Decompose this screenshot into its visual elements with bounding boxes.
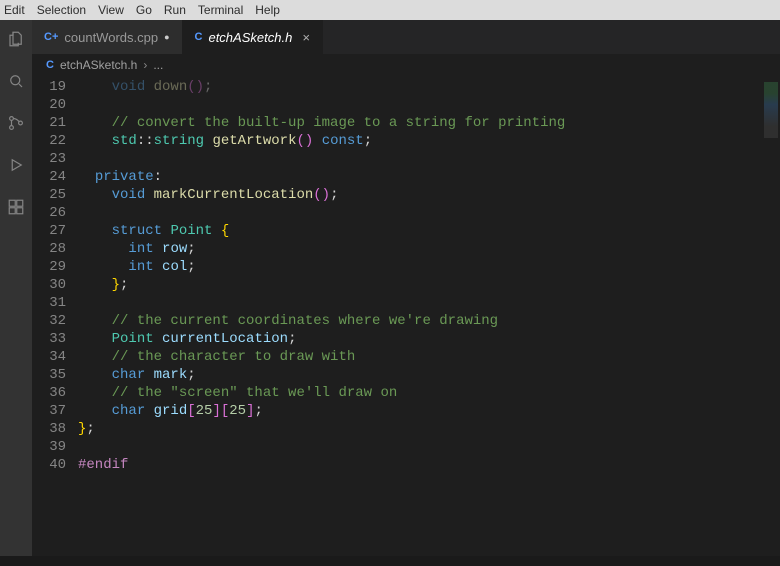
editor-area: C+ countWords.cpp ● CetchASketch.h × C etchA… xyxy=(32,20,780,556)
code-line[interactable]: void down(); xyxy=(78,78,760,96)
line-number: 20 xyxy=(32,96,66,114)
menubar: Edit Selection View Go Run Terminal Help xyxy=(0,0,780,20)
line-number: 19 xyxy=(32,78,66,96)
close-icon[interactable]: × xyxy=(302,30,310,45)
line-number: 32 xyxy=(32,312,66,330)
search-icon[interactable] xyxy=(5,70,27,92)
minimap[interactable] xyxy=(760,76,780,556)
menu-item-help[interactable]: Help xyxy=(255,3,280,17)
chevron-right-icon: › xyxy=(143,58,147,72)
breadcrumb-lang-badge: C xyxy=(46,59,54,71)
line-number: 27 xyxy=(32,222,66,240)
source-control-icon[interactable] xyxy=(5,112,27,134)
dirty-dot-icon: ● xyxy=(164,32,169,42)
line-number: 34 xyxy=(32,348,66,366)
lang-badge: C xyxy=(195,31,203,43)
tab-label: etchASketch.h xyxy=(208,30,292,45)
tab-countwords-cpp[interactable]: C+ countWords.cpp ● xyxy=(32,20,183,54)
line-number: 38 xyxy=(32,420,66,438)
editor[interactable]: 1920212223242526272829303132333435363738… xyxy=(32,76,780,556)
code-line[interactable]: int col; xyxy=(78,258,760,276)
code-line[interactable]: char grid[25][25]; xyxy=(78,402,760,420)
line-number: 24 xyxy=(32,168,66,186)
line-number: 21 xyxy=(32,114,66,132)
line-number: 30 xyxy=(32,276,66,294)
line-number: 39 xyxy=(32,438,66,456)
line-number: 26 xyxy=(32,204,66,222)
code-line[interactable]: }; xyxy=(78,420,760,438)
code-line[interactable]: // the "screen" that we'll draw on xyxy=(78,384,760,402)
menu-item-run[interactable]: Run xyxy=(164,3,186,17)
line-number: 28 xyxy=(32,240,66,258)
code-line[interactable]: std::string getArtwork() const; xyxy=(78,132,760,150)
code-line[interactable]: // the current coordinates where we're d… xyxy=(78,312,760,330)
menu-item-edit[interactable]: Edit xyxy=(4,3,25,17)
menu-item-terminal[interactable]: Terminal xyxy=(198,3,243,17)
lang-badge: C+ xyxy=(44,31,58,43)
line-number: 35 xyxy=(32,366,66,384)
code-line[interactable]: private: xyxy=(78,168,760,186)
tab-label: countWords.cpp xyxy=(64,30,158,45)
line-number: 31 xyxy=(32,294,66,312)
code-line[interactable]: char mark; xyxy=(78,366,760,384)
code-line[interactable]: Point currentLocation; xyxy=(78,330,760,348)
code-line[interactable]: // convert the built-up image to a strin… xyxy=(78,114,760,132)
line-gutter: 1920212223242526272829303132333435363738… xyxy=(32,76,78,556)
line-number: 33 xyxy=(32,330,66,348)
status-bar xyxy=(0,556,780,566)
code-line[interactable] xyxy=(78,438,760,456)
code-line[interactable]: // the character to draw with xyxy=(78,348,760,366)
menu-item-selection[interactable]: Selection xyxy=(37,3,86,17)
line-number: 37 xyxy=(32,402,66,420)
code-line[interactable]: int row; xyxy=(78,240,760,258)
files-icon[interactable] xyxy=(5,28,27,50)
activity-bar xyxy=(0,20,32,556)
code-line[interactable]: }; xyxy=(78,276,760,294)
line-number: 25 xyxy=(32,186,66,204)
extensions-icon[interactable] xyxy=(5,196,27,218)
breadcrumb[interactable]: C etchASketch.h › ... xyxy=(32,54,780,76)
menu-item-view[interactable]: View xyxy=(98,3,124,17)
line-number: 29 xyxy=(32,258,66,276)
tab-etchasketch-h[interactable]: CetchASketch.h × xyxy=(183,20,323,54)
code-line[interactable]: #endif xyxy=(78,456,760,474)
code-line[interactable] xyxy=(78,294,760,312)
line-number: 23 xyxy=(32,150,66,168)
code-line[interactable] xyxy=(78,150,760,168)
run-debug-icon[interactable] xyxy=(5,154,27,176)
code-line[interactable]: void markCurrentLocation(); xyxy=(78,186,760,204)
code-line[interactable] xyxy=(78,96,760,114)
menu-item-go[interactable]: Go xyxy=(136,3,152,17)
line-number: 40 xyxy=(32,456,66,474)
main: C+ countWords.cpp ● CetchASketch.h × C etchA… xyxy=(0,20,780,556)
line-number: 22 xyxy=(32,132,66,150)
line-number: 36 xyxy=(32,384,66,402)
code-line[interactable] xyxy=(78,204,760,222)
tab-bar: C+ countWords.cpp ● CetchASketch.h × xyxy=(32,20,780,54)
breadcrumb-file: etchASketch.h xyxy=(60,58,137,72)
breadcrumb-trail: ... xyxy=(153,58,163,72)
code-content[interactable]: void down(); // convert the built-up ima… xyxy=(78,76,760,556)
code-line[interactable]: struct Point { xyxy=(78,222,760,240)
